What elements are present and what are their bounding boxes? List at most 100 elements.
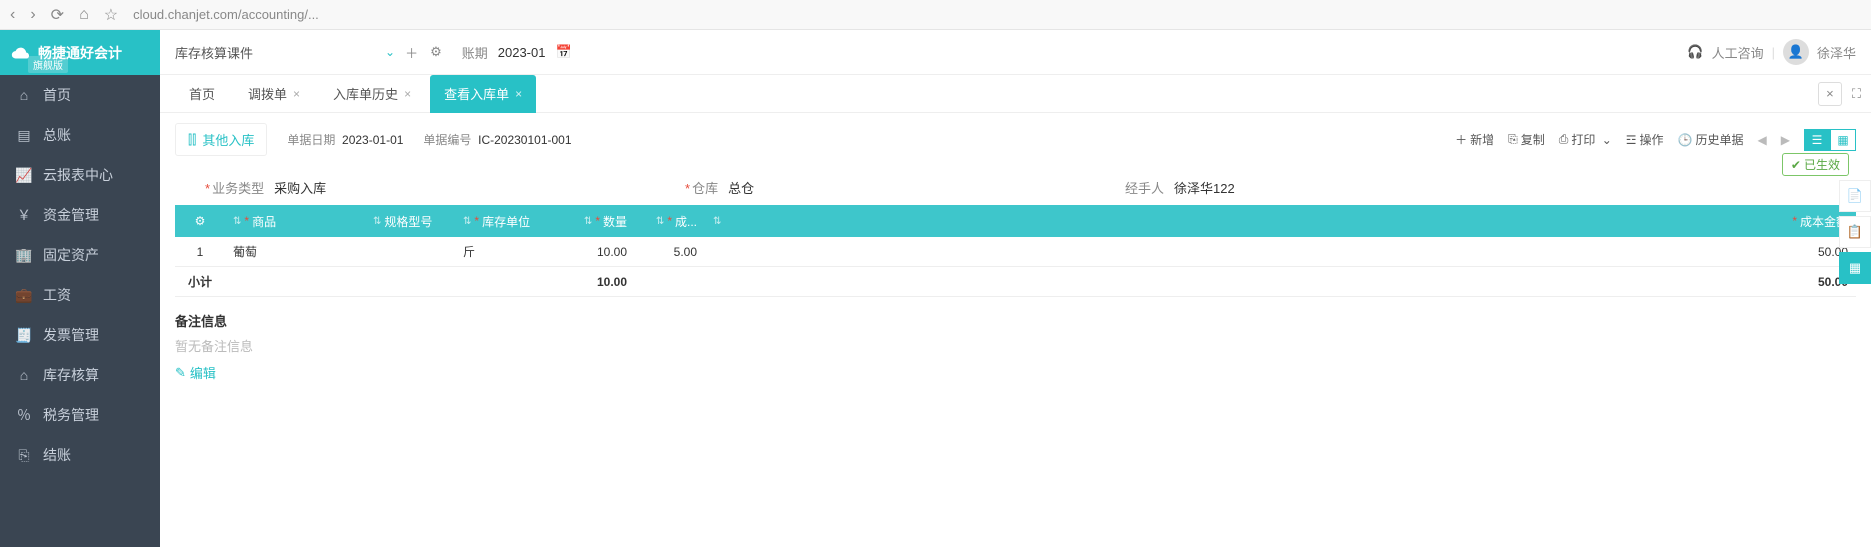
close-icon[interactable]: × bbox=[515, 87, 522, 101]
barchart-icon: ⫿⫿ bbox=[188, 132, 196, 148]
tab-view-inbound[interactable]: 查看入库单× bbox=[430, 75, 536, 113]
expand-icon[interactable]: ⛶ bbox=[1852, 86, 1861, 102]
remark-section: 备注信息 暂无备注信息 ✎ 编辑 bbox=[175, 311, 1856, 382]
edit-remark-button[interactable]: ✎ 编辑 bbox=[175, 363, 1856, 382]
browser-toolbar: ‹ › ⟳ ⌂ ☆ cloud.chanjet.com/accounting/.… bbox=[0, 0, 1871, 30]
next-icon[interactable]: ▶ bbox=[1781, 133, 1790, 147]
table-row[interactable]: 1 葡萄 斤 10.00 5.00 50.00 bbox=[175, 237, 1856, 267]
context-selector[interactable]: 库存核算课件 bbox=[175, 39, 375, 66]
headset-icon[interactable]: 🎧 bbox=[1687, 44, 1703, 60]
close-icon[interactable]: × bbox=[293, 87, 300, 101]
content-area: ⫿⫿ 其他入库 单据日期 2023-01-01 单据编号 IC-20230101… bbox=[160, 113, 1871, 392]
tab-transfer[interactable]: 调拨单 × bbox=[234, 75, 314, 113]
subtotal-qty: 10.00 bbox=[545, 275, 635, 289]
money-icon: ￥ bbox=[15, 205, 33, 225]
cell-qty: 10.00 bbox=[545, 245, 635, 259]
handler-label: 经手人 bbox=[1125, 178, 1164, 197]
sidebar-item-assets[interactable]: 🏢固定资产 bbox=[0, 235, 160, 275]
doc-type-tag[interactable]: ⫿⫿ 其他入库 bbox=[175, 123, 267, 156]
edit-label: 编辑 bbox=[190, 363, 216, 382]
ops-button[interactable]: ☲操作 bbox=[1626, 131, 1664, 148]
col-product[interactable]: ⇅*商品 bbox=[225, 213, 365, 230]
cell-idx: 1 bbox=[175, 245, 225, 259]
tab-label: 首页 bbox=[189, 84, 215, 103]
support-link[interactable]: 人工咨询 bbox=[1712, 43, 1764, 62]
warehouse-label: 仓库 bbox=[692, 181, 718, 196]
print-button[interactable]: ⎙打印 ⌄ bbox=[1559, 131, 1612, 148]
chevron-down-icon[interactable]: ⌄ bbox=[385, 45, 395, 59]
tab-label: 调拨单 bbox=[248, 84, 287, 103]
forward-icon[interactable]: › bbox=[30, 6, 35, 24]
username[interactable]: 徐泽华 bbox=[1817, 43, 1856, 62]
cell-cost: 5.00 bbox=[635, 245, 705, 259]
plus-icon[interactable]: ＋ bbox=[405, 43, 418, 62]
col-spec[interactable]: ⇅规格型号 bbox=[365, 213, 455, 230]
status-text: 已生效 bbox=[1804, 156, 1840, 173]
avatar[interactable]: 👤 bbox=[1783, 39, 1809, 65]
handler-value: 徐泽华122 bbox=[1174, 178, 1235, 197]
period-value[interactable]: 2023-01 bbox=[498, 45, 546, 60]
subtotal-label: 小计 bbox=[175, 273, 225, 290]
list-view-button[interactable]: ☰ bbox=[1804, 129, 1830, 151]
calendar-icon[interactable]: 📅 bbox=[555, 44, 571, 60]
history-button[interactable]: 🕒历史单据 bbox=[1678, 131, 1744, 148]
side-tab-active[interactable]: ▦ bbox=[1839, 252, 1871, 284]
cell-unit: 斤 bbox=[455, 243, 545, 260]
edit-icon: ✎ bbox=[175, 365, 186, 381]
gear-icon[interactable]: ⚙ bbox=[430, 44, 442, 60]
sidebar-item-label: 税务管理 bbox=[43, 405, 99, 425]
docno-value: IC-20230101-001 bbox=[478, 133, 571, 147]
copy-button[interactable]: ⎘复制 bbox=[1508, 131, 1545, 148]
form-row: *业务类型 采购入库 *仓库 总仓 经手人 徐泽华122 bbox=[205, 178, 1856, 197]
sidebar-item-ledger[interactable]: ▤总账 bbox=[0, 115, 160, 155]
card-view-button[interactable]: ▦ bbox=[1830, 129, 1856, 151]
building-icon: 🏢 bbox=[15, 247, 33, 264]
tab-inbound-history[interactable]: 入库单历史× bbox=[319, 75, 425, 113]
star-icon[interactable]: ☆ bbox=[104, 5, 118, 25]
status-badge: ✔ 已生效 bbox=[1782, 153, 1849, 176]
sidebar-item-label: 首页 bbox=[43, 85, 71, 105]
ledger-icon: ▤ bbox=[15, 127, 33, 144]
col-settings[interactable]: ⚙ bbox=[175, 214, 225, 228]
topbar: 库存核算课件 ⌄ ＋ ⚙ 账期 2023-01 📅 🎧 人工咨询 | 👤 徐泽华 bbox=[160, 30, 1871, 75]
back-icon[interactable]: ‹ bbox=[10, 6, 15, 24]
chart-icon: 📈 bbox=[15, 167, 33, 184]
sidebar: 畅捷通好会计 旗舰版 ⌂ 首页 ▤总账 📈 云报表中心 ￥资金管理 🏢固定资产 💼工… bbox=[0, 30, 160, 547]
close-all-button[interactable]: × bbox=[1818, 82, 1842, 106]
table-header: ⚙ ⇅*商品 ⇅规格型号 ⇅*库存单位 ⇅*数量 ⇅*成... ⇅ *成本金额 bbox=[175, 205, 1856, 237]
side-tab-doc[interactable]: 📄 bbox=[1839, 180, 1871, 212]
side-tab-note[interactable]: 📋 bbox=[1839, 216, 1871, 248]
sidebar-item-home[interactable]: ⌂ 首页 bbox=[0, 75, 160, 115]
col-unit[interactable]: ⇅*库存单位 bbox=[455, 213, 545, 230]
invoice-icon: 🧾 bbox=[15, 327, 33, 344]
main-area: 库存核算课件 ⌄ ＋ ⚙ 账期 2023-01 📅 🎧 人工咨询 | 👤 徐泽华… bbox=[160, 30, 1871, 547]
brand-header: 畅捷通好会计 旗舰版 bbox=[0, 30, 160, 75]
refresh-icon[interactable]: ⟳ bbox=[51, 5, 64, 25]
prev-icon[interactable]: ◀ bbox=[1758, 133, 1767, 147]
home-icon: ⌂ bbox=[15, 87, 33, 103]
sidebar-item-invoice[interactable]: 🧾 发票管理 bbox=[0, 315, 160, 355]
sidebar-item-reports[interactable]: 📈 云报表中心 bbox=[0, 155, 160, 195]
date-value: 2023-01-01 bbox=[342, 133, 403, 147]
sidebar-item-funds[interactable]: ￥资金管理 bbox=[0, 195, 160, 235]
biz-type-value: 采购入库 bbox=[274, 178, 326, 197]
sidebar-item-tax[interactable]: ％税务管理 bbox=[0, 395, 160, 435]
tabs-row: 首页 调拨单 × 入库单历史× 查看入库单× × ⛶ bbox=[160, 75, 1871, 113]
tab-home[interactable]: 首页 bbox=[175, 75, 229, 113]
sidebar-item-label: 发票管理 bbox=[43, 325, 99, 345]
sidebar-item-inventory[interactable]: ⌂库存核算 bbox=[0, 355, 160, 395]
sidebar-item-closing[interactable]: ⎘结账 bbox=[0, 435, 160, 475]
period-label: 账期 bbox=[462, 43, 488, 62]
new-button[interactable]: ＋新增 bbox=[1455, 131, 1494, 148]
sidebar-item-label: 云报表中心 bbox=[43, 165, 113, 185]
close-icon[interactable]: × bbox=[404, 87, 411, 101]
box-icon: ⌂ bbox=[15, 367, 33, 383]
col-qty[interactable]: ⇅*数量 bbox=[545, 213, 635, 230]
doc-actions: ＋新增 ⎘复制 ⎙打印 ⌄ ☲操作 🕒历史单据 ◀ ▶ ☰ ▦ bbox=[1455, 129, 1856, 151]
sidebar-item-salary[interactable]: 💼工资 bbox=[0, 275, 160, 315]
remark-title: 备注信息 bbox=[175, 311, 1856, 330]
document-header: ⫿⫿ 其他入库 单据日期 2023-01-01 单据编号 IC-20230101… bbox=[175, 123, 1856, 156]
col-cost[interactable]: ⇅*成... bbox=[635, 213, 705, 230]
home-icon[interactable]: ⌂ bbox=[79, 6, 89, 24]
col-blank[interactable]: ⇅ bbox=[705, 216, 765, 227]
